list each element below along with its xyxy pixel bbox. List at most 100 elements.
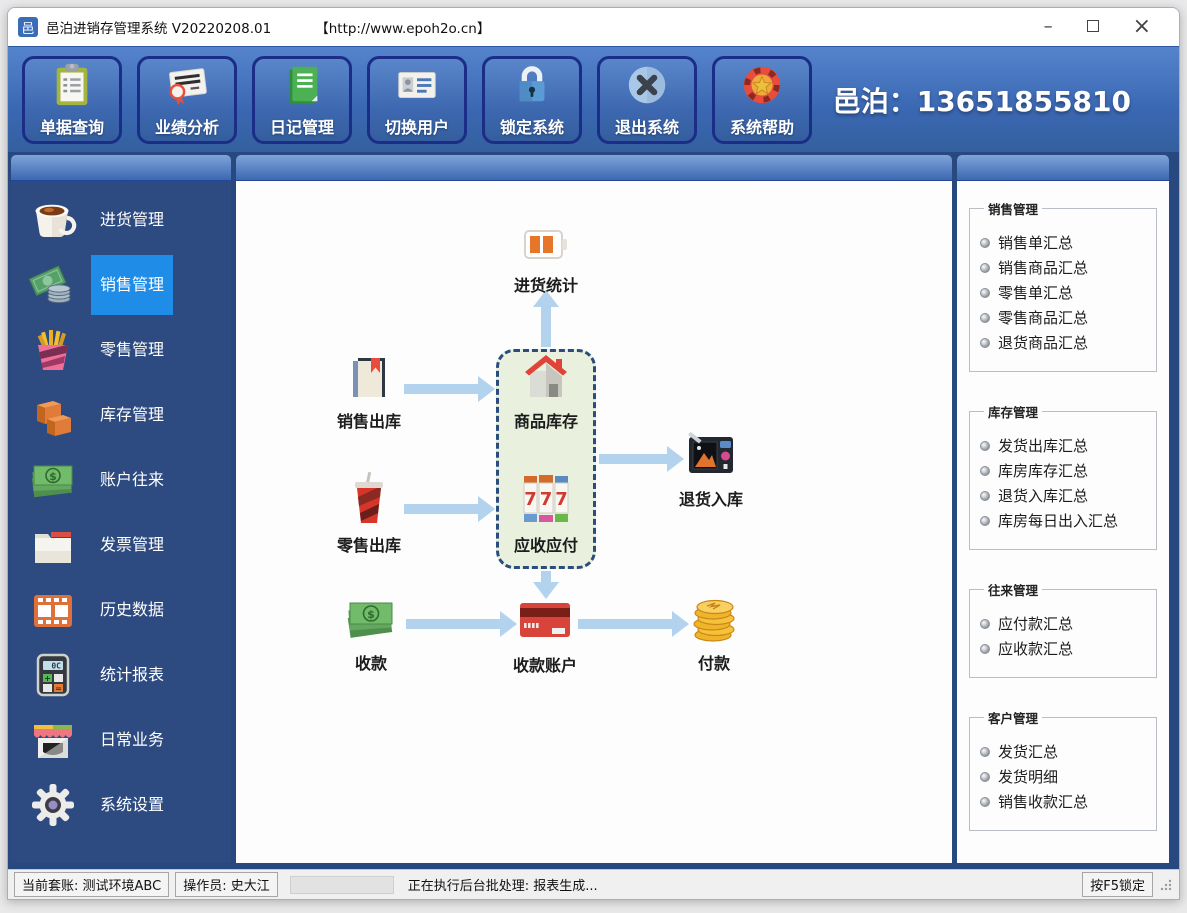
credit-card-icon <box>518 599 572 649</box>
node-return-in[interactable]: 退货入库 <box>666 431 756 510</box>
id-card-icon <box>394 62 440 112</box>
bullet-icon <box>980 440 990 451</box>
group-customer-management: 客户管理 发货汇总 发货明细 销售收款汇总 <box>969 708 1157 831</box>
bullet-icon <box>980 771 990 782</box>
poker-chip-icon <box>739 62 785 112</box>
node-receivable-payable[interactable]: 7 7 7 应收应付 <box>501 473 591 556</box>
battery-icon <box>522 227 570 269</box>
svg-text:7: 7 <box>555 489 568 510</box>
bullet-icon <box>980 490 990 501</box>
maximize-icon <box>1086 20 1099 32</box>
report-item-shipment-detail[interactable]: 发货明细 <box>980 766 1148 787</box>
calculator-icon: 0C + = <box>27 649 79 701</box>
film-strip-icon <box>27 584 79 636</box>
sidebar-item-daily[interactable]: 日常业务 <box>11 707 231 772</box>
report-item-retail-order-summary[interactable]: 零售单汇总 <box>980 282 1148 303</box>
toolbar-button-system-help[interactable]: 系统帮助 <box>712 55 812 144</box>
svg-text:7: 7 <box>524 489 537 510</box>
window-title: 邑泊进销存管理系统 V20220208.01 <box>46 21 272 37</box>
bullet-icon <box>980 312 990 323</box>
slot-machine-icon: 7 7 7 <box>520 473 572 529</box>
report-item-sales-goods-summary[interactable]: 销售商品汇总 <box>980 257 1148 278</box>
report-item-return-goods-summary[interactable]: 退货商品汇总 <box>980 332 1148 353</box>
sidebar-item-reports[interactable]: 0C + = 统计报表 <box>11 642 231 707</box>
svg-text:$: $ <box>367 608 375 621</box>
report-panel-header-strip <box>957 155 1169 181</box>
app-logo-icon: 邑 <box>18 17 38 37</box>
report-item-sales-order-summary[interactable]: 销售单汇总 <box>980 232 1148 253</box>
node-retail-out[interactable]: 零售出库 <box>324 471 414 556</box>
bullet-icon <box>980 337 990 348</box>
group-current-accounts: 往来管理 应付款汇总 应收款汇总 <box>969 580 1157 678</box>
node-sales-out[interactable]: 销售出库 <box>324 353 414 432</box>
sidebar-item-accounts[interactable]: $ 账户往来 <box>11 447 231 512</box>
svg-text:7: 7 <box>540 489 553 510</box>
dollar-bills-icon: $ <box>27 454 79 506</box>
arrow-box-down-to-account <box>533 571 559 599</box>
arrow-sales-out-to-box <box>404 376 495 402</box>
group-title: 往来管理 <box>988 583 1039 598</box>
storefront-icon <box>27 714 79 766</box>
exit-icon <box>624 62 670 112</box>
bullet-icon <box>980 262 990 273</box>
sidebar-item-sales[interactable]: 销售管理 <box>11 252 231 317</box>
sidebar-item-settings[interactable]: 系统设置 <box>11 772 231 837</box>
minimize-button[interactable]: – <box>1044 18 1053 36</box>
report-item-return-in-summary[interactable]: 退货入库汇总 <box>980 485 1148 506</box>
sidebar-item-retail[interactable]: 零售管理 <box>11 317 231 382</box>
node-pay[interactable]: 付款 <box>669 589 759 674</box>
title-bar: 邑 邑泊进销存管理系统 V20220208.01 【http://www.epo… <box>8 8 1179 46</box>
toolbar-button-switch-user[interactable]: 切换用户 <box>367 55 467 144</box>
svg-text:0C: 0C <box>51 661 61 670</box>
gear-icon <box>27 779 79 831</box>
node-receive[interactable]: $ 收款 <box>326 593 416 674</box>
maximize-button[interactable] <box>1086 18 1099 36</box>
window-url: 【http://www.epoh2o.cn】 <box>315 21 491 37</box>
boxes-icon <box>27 389 79 441</box>
node-receive-account[interactable]: 收款账户 <box>500 599 590 676</box>
resize-grip-icon[interactable] <box>1159 878 1173 892</box>
bullet-icon <box>980 746 990 757</box>
report-item-shipment-out-summary[interactable]: 发货出库汇总 <box>980 435 1148 456</box>
arrow-up-to-purchase-stats <box>533 290 559 347</box>
report-item-retail-goods-summary[interactable]: 零售商品汇总 <box>980 307 1148 328</box>
close-button[interactable]: × <box>1133 16 1151 38</box>
bullet-icon <box>980 515 990 526</box>
toolbar-button-lock-system[interactable]: 锁定系统 <box>482 55 582 144</box>
report-item-sales-receipt-summary[interactable]: 销售收款汇总 <box>980 791 1148 812</box>
certificate-icon <box>164 62 210 112</box>
group-title: 客户管理 <box>988 711 1039 726</box>
contact-phone: 邑泊：13651855810 <box>832 84 1131 118</box>
sidebar-item-history[interactable]: 历史数据 <box>11 577 231 642</box>
toolbar: 单据查询 业绩分析 日记管理 切换用户 锁定系统 退出系统 系统帮助 邑泊：13… <box>8 46 1179 152</box>
report-item-warehouse-stock-summary[interactable]: 库房库存汇总 <box>980 460 1148 481</box>
svg-text:$: $ <box>49 470 57 483</box>
toolbar-button-performance-analysis[interactable]: 业绩分析 <box>137 55 237 144</box>
sidebar-item-purchase[interactable]: 进货管理 <box>11 187 231 252</box>
report-item-warehouse-daily-io-summary[interactable]: 库房每日出入汇总 <box>980 510 1148 531</box>
sidebar-item-inventory[interactable]: 库存管理 <box>11 382 231 447</box>
clipboard-icon <box>49 62 95 112</box>
main-body: 进货管理 销售管理 零售管理 库存管理 $ 账户往来 发票管理 历史数据 0C … <box>8 152 1179 869</box>
canvas-header-strip <box>236 155 952 181</box>
toolbar-button-diary-management[interactable]: 日记管理 <box>252 55 352 144</box>
f5-lock-hint: 按F5锁定 <box>1082 872 1153 897</box>
group-sales-management: 销售管理 销售单汇总 销售商品汇总 零售单汇总 零售商品汇总 退货商品汇总 <box>969 199 1157 372</box>
lock-icon <box>509 62 555 112</box>
batch-status-message: 正在执行后台批处理: 报表生成... <box>407 879 598 894</box>
node-purchase-stats[interactable]: 进货统计 <box>501 227 591 296</box>
report-item-shipment-summary[interactable]: 发货汇总 <box>980 741 1148 762</box>
cash-bills-icon: $ <box>344 593 398 647</box>
arrow-retail-out-to-box <box>404 496 495 522</box>
operator-name: 操作员: 史大江 <box>175 872 278 897</box>
report-item-receivable-summary[interactable]: 应收款汇总 <box>980 638 1148 659</box>
book-icon <box>346 353 392 405</box>
toolbar-button-exit-system[interactable]: 退出系统 <box>597 55 697 144</box>
bullet-icon <box>980 237 990 248</box>
report-item-payable-summary[interactable]: 应付款汇总 <box>980 613 1148 634</box>
node-goods-inventory[interactable]: 商品库存 <box>501 353 591 432</box>
camera-icon <box>686 431 736 483</box>
sidebar-item-invoice[interactable]: 发票管理 <box>11 512 231 577</box>
status-bar: 当前套账: 测试环境ABC 操作员: 史大江 正在执行后台批处理: 报表生成..… <box>8 869 1179 899</box>
toolbar-button-document-query[interactable]: 单据查询 <box>22 55 122 144</box>
